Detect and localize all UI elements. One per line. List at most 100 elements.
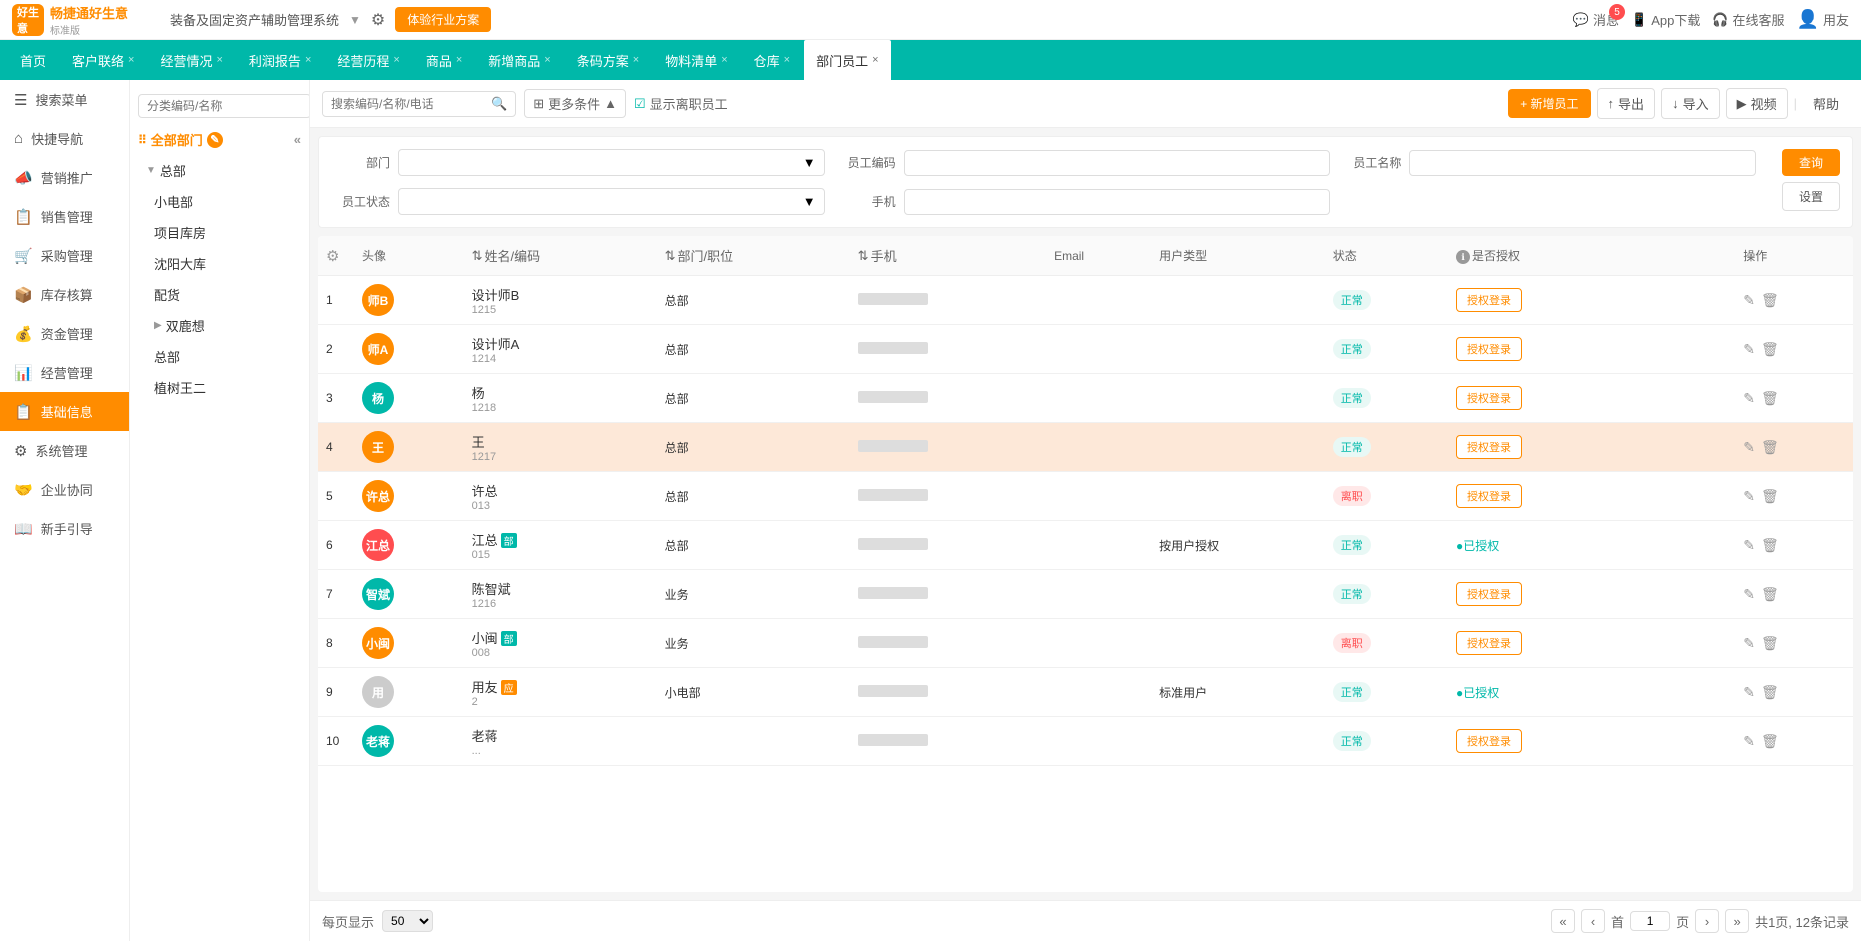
show-leave-checkbox[interactable]: ☑ 显示离职员工 <box>634 94 728 113</box>
delete-icon[interactable]: 🗑 <box>1761 635 1779 652</box>
th-name[interactable]: ⇅ 姓名/编码 <box>464 236 657 276</box>
tree-node-hq2[interactable]: 总部 <box>130 341 309 372</box>
trial-button[interactable]: 体验行业方案 <box>395 7 491 32</box>
settings-icon[interactable]: ⚙ <box>371 10 385 30</box>
help-btn[interactable]: 帮助 <box>1803 89 1849 118</box>
tree-node-plant[interactable]: 植树王二 <box>130 372 309 403</box>
add-employee-btn[interactable]: + 新增员工 <box>1508 89 1590 118</box>
filter-btn[interactable]: ⊞ 更多条件 ▲ <box>524 89 626 118</box>
close-icon[interactable]: × <box>784 54 790 66</box>
delete-icon[interactable]: 🗑 <box>1761 684 1779 701</box>
tree-node-hq[interactable]: ▼ 总部 <box>130 155 309 186</box>
close-icon[interactable]: × <box>393 54 399 66</box>
first-page-btn[interactable]: « <box>1551 909 1575 933</box>
app-download-btn[interactable]: 📱 App下载 <box>1631 10 1700 29</box>
tree-node-xiaoelectric[interactable]: 小电部 <box>130 186 309 217</box>
delete-icon[interactable]: 🗑 <box>1761 439 1779 456</box>
tree-search-input[interactable] <box>138 94 310 118</box>
auth-button[interactable]: 授权登录 <box>1456 582 1522 606</box>
tab-customer[interactable]: 客户联络 × <box>60 40 146 80</box>
auth-button[interactable]: 授权登录 <box>1456 729 1522 753</box>
th-dept[interactable]: ⇅ 部门/职位 <box>657 236 850 276</box>
sidebar-item-finance[interactable]: 💰 资金管理 <box>0 314 129 353</box>
user-btn[interactable]: 👤 用友 <box>1797 9 1849 30</box>
tree-node-shuanglu[interactable]: ▶ 双鹿想 <box>130 310 309 341</box>
sidebar-item-sales[interactable]: 📋 销售管理 <box>0 197 129 236</box>
delete-icon[interactable]: 🗑 <box>1761 537 1779 554</box>
edit-icon[interactable]: ✎ <box>1743 635 1755 652</box>
sidebar-item-collab[interactable]: 🤝 企业协同 <box>0 470 129 509</box>
tree-node-delivery[interactable]: 配货 <box>130 279 309 310</box>
filter-phone-input[interactable] <box>904 189 1331 215</box>
edit-icon[interactable]: ✎ <box>1743 733 1755 750</box>
auth-button[interactable]: 授权登录 <box>1456 484 1522 508</box>
dropdown-arrow[interactable]: ▼ <box>349 13 361 27</box>
sidebar-item-inventory[interactable]: 📦 库存核算 <box>0 275 129 314</box>
edit-icon[interactable]: ✎ <box>1743 488 1755 505</box>
sidebar-item-search[interactable]: ☰ 搜索菜单 <box>0 80 129 119</box>
delete-icon[interactable]: 🗑 <box>1761 341 1779 358</box>
tab-journey[interactable]: 经营历程 × <box>325 40 411 80</box>
edit-icon[interactable]: ✎ <box>1743 586 1755 603</box>
close-icon[interactable]: × <box>872 54 878 66</box>
filter-empcode-input[interactable] <box>904 150 1331 176</box>
tab-department[interactable]: 部门员工 × <box>804 40 890 80</box>
tab-add-goods[interactable]: 新增商品 × <box>476 40 562 80</box>
tree-edit-icon[interactable]: ✎ <box>207 132 223 148</box>
close-icon[interactable]: × <box>633 54 639 66</box>
export-btn[interactable]: ↑ 导出 <box>1597 88 1656 119</box>
auth-button[interactable]: 授权登录 <box>1456 337 1522 361</box>
edit-icon[interactable]: ✎ <box>1743 341 1755 358</box>
sidebar-item-guide[interactable]: 📖 新手引导 <box>0 509 129 548</box>
delete-icon[interactable]: 🗑 <box>1761 586 1779 603</box>
sidebar-item-basic[interactable]: 📋 基础信息 <box>0 392 129 431</box>
filter-status-select[interactable]: ▼ <box>398 188 825 215</box>
message-btn[interactable]: 💬 消息 5 <box>1573 10 1619 29</box>
edit-icon[interactable]: ✎ <box>1743 537 1755 554</box>
close-icon[interactable]: × <box>128 54 134 66</box>
auth-button[interactable]: 授权登录 <box>1456 631 1522 655</box>
auth-button[interactable]: 授权登录 <box>1456 435 1522 459</box>
tree-node-project[interactable]: 项目库房 <box>130 217 309 248</box>
th-settings[interactable]: ⚙ <box>318 236 354 276</box>
sidebar-item-marketing[interactable]: 📣 营销推广 <box>0 158 129 197</box>
prev-page-btn[interactable]: ‹ <box>1581 909 1605 933</box>
per-page-select[interactable]: 50 100 <box>382 910 433 932</box>
close-icon[interactable]: × <box>216 54 222 66</box>
sidebar-item-nav[interactable]: ⌂ 快捷导航 <box>0 119 129 158</box>
tab-profit[interactable]: 利润报告 × <box>237 40 323 80</box>
delete-icon[interactable]: 🗑 <box>1761 488 1779 505</box>
sidebar-item-purchase[interactable]: 🛒 采购管理 <box>0 236 129 275</box>
search-icon[interactable]: 🔍 <box>483 92 515 116</box>
search-btn[interactable]: 查询 <box>1782 149 1840 176</box>
tab-operation[interactable]: 经营情况 × <box>148 40 234 80</box>
close-icon[interactable]: × <box>544 54 550 66</box>
auth-button[interactable]: 授权登录 <box>1456 386 1522 410</box>
import-btn[interactable]: ↓ 导入 <box>1661 88 1720 119</box>
close-icon[interactable]: × <box>721 54 727 66</box>
next-page-btn[interactable]: › <box>1695 909 1719 933</box>
edit-icon[interactable]: ✎ <box>1743 684 1755 701</box>
th-phone[interactable]: ⇅ 手机 <box>850 236 1046 276</box>
tab-barcode[interactable]: 条码方案 × <box>565 40 651 80</box>
search-input[interactable] <box>323 93 483 115</box>
close-icon[interactable]: × <box>456 54 462 66</box>
auth-button[interactable]: 授权登录 <box>1456 288 1522 312</box>
sidebar-item-system[interactable]: ⚙ 系统管理 <box>0 431 129 470</box>
sidebar-item-operation[interactable]: 📊 经营管理 <box>0 353 129 392</box>
page-number-input[interactable] <box>1630 911 1670 931</box>
reset-btn[interactable]: 设置 <box>1782 182 1840 211</box>
edit-icon[interactable]: ✎ <box>1743 439 1755 456</box>
filter-dept-select[interactable]: ▼ <box>398 149 825 176</box>
delete-icon[interactable]: 🗑 <box>1761 292 1779 309</box>
tree-collapse-btn[interactable]: « <box>294 132 301 147</box>
tab-bom[interactable]: 物料清单 × <box>653 40 739 80</box>
delete-icon[interactable]: 🗑 <box>1761 390 1779 407</box>
tab-home[interactable]: 首页 <box>8 40 58 80</box>
tab-goods[interactable]: 商品 × <box>414 40 474 80</box>
edit-icon[interactable]: ✎ <box>1743 390 1755 407</box>
delete-icon[interactable]: 🗑 <box>1761 733 1779 750</box>
filter-empname-input[interactable] <box>1409 150 1756 176</box>
view-btn[interactable]: ▶ 视频 <box>1726 88 1788 119</box>
edit-icon[interactable]: ✎ <box>1743 292 1755 309</box>
